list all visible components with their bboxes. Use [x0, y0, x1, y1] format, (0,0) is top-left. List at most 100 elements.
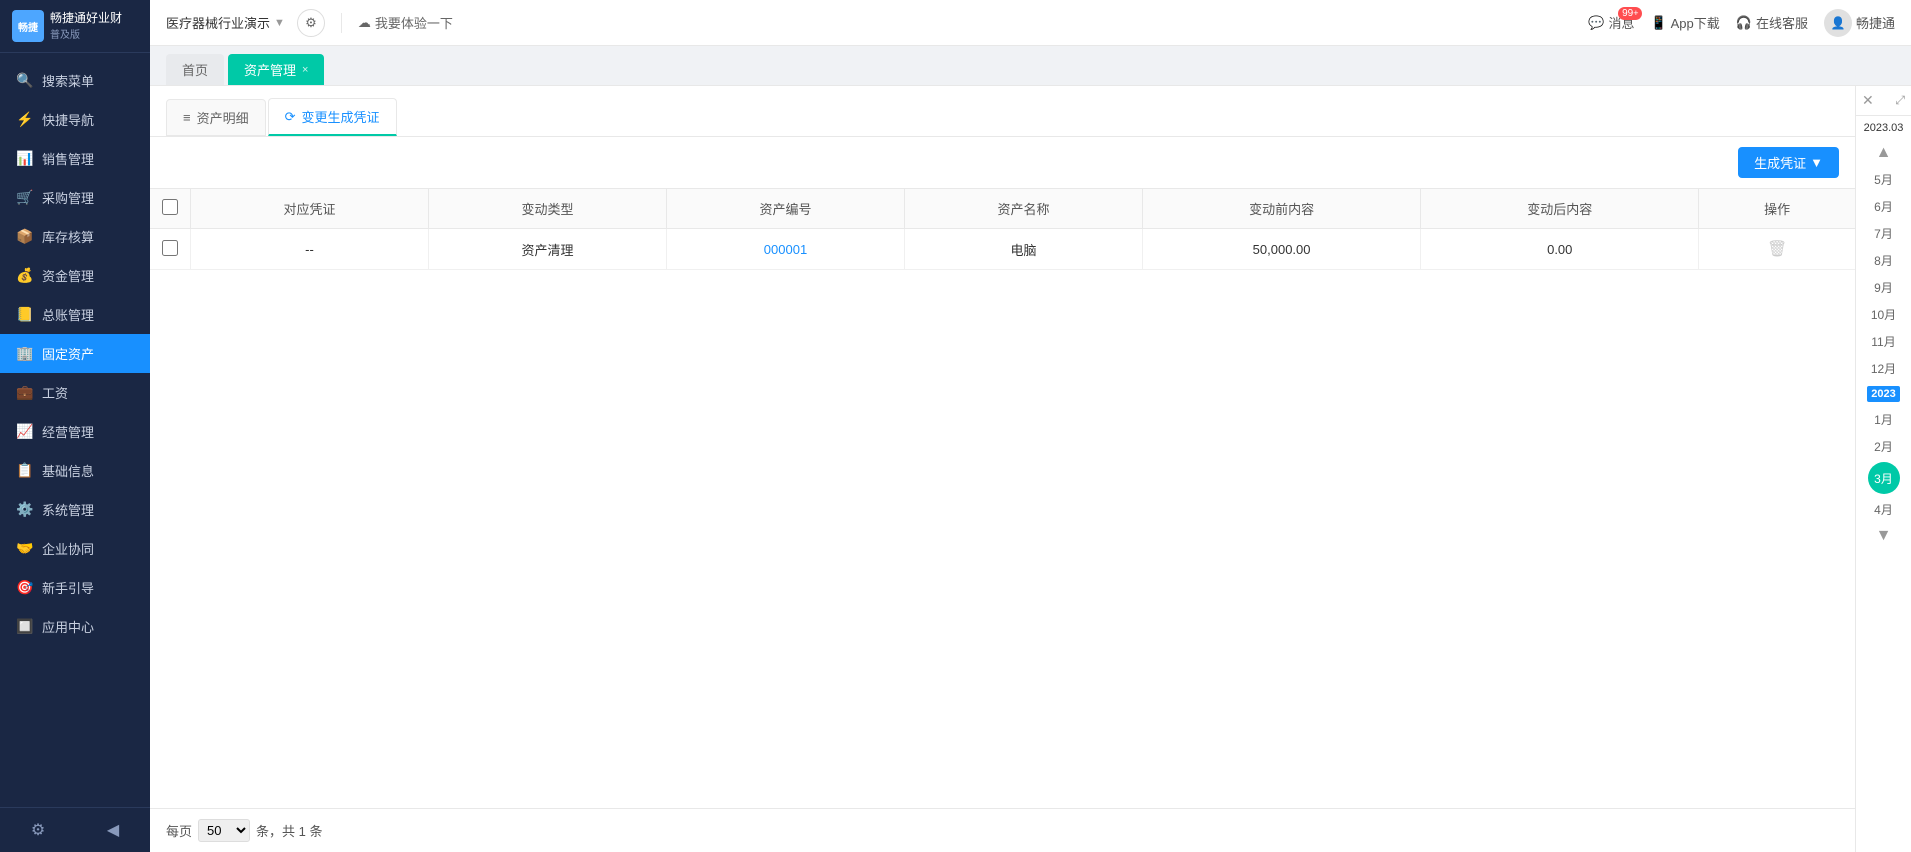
sales-icon: 📊	[16, 150, 34, 168]
sidebar-logo: 畅捷 畅捷通好业财 普及版	[0, 0, 150, 53]
sidebar-item-sales[interactable]: 📊 销售管理	[0, 139, 150, 178]
row-operation-0: 🗑	[1699, 229, 1855, 270]
generate-label: 生成凭证	[1754, 153, 1806, 172]
sidebar-item-label-payroll: 工资	[42, 383, 68, 402]
sidebar-item-system[interactable]: ⚙️ 系统管理	[0, 490, 150, 529]
timeline-month-10[interactable]: 10月	[1856, 301, 1911, 328]
timeline-close-btn[interactable]: ✕	[1860, 92, 1876, 109]
tab-close-icon[interactable]: ×	[302, 64, 308, 76]
ledger-icon: 📒	[16, 306, 34, 324]
app-download-btn[interactable]: 📱 App下载	[1650, 13, 1719, 32]
user-menu-btn[interactable]: 👤 畅捷通	[1824, 9, 1895, 37]
timeline-month-6[interactable]: 6月	[1856, 193, 1911, 220]
tab-home[interactable]: 首页	[166, 54, 224, 85]
topbar-divider	[341, 13, 342, 33]
funds-icon: 💰	[16, 267, 34, 285]
table-scroll-container: 对应凭证 变动类型 资产编号 资产名称 变动前内容 变动后内容 操作	[150, 189, 1855, 808]
sidebar-item-operations[interactable]: 📈 经营管理	[0, 412, 150, 451]
customer-service-btn[interactable]: 🎧 在线客服	[1736, 13, 1808, 32]
refresh-icon: ⟳	[285, 109, 296, 125]
app-download-label: App下载	[1671, 13, 1720, 32]
company-selector[interactable]: 医疗器械行业演示 ▼	[166, 13, 285, 32]
table-row: -- 资产清理 000001 电脑 50,000.00 0.00 🗑	[150, 229, 1855, 270]
settings-footer-icon[interactable]: ⚙	[23, 816, 53, 844]
col-header-asset-name: 资产名称	[905, 189, 1143, 229]
sidebar-nav: 🔍 搜索菜单 ⚡ 快捷导航 📊 销售管理 🛒 采购管理 📦 库存核算 💰 资金管…	[0, 53, 150, 807]
sidebar-item-appcenter[interactable]: 🔲 应用中心	[0, 607, 150, 646]
timeline-month-12[interactable]: 12月	[1856, 355, 1911, 382]
sidebar: 畅捷 畅捷通好业财 普及版 🔍 搜索菜单 ⚡ 快捷导航 📊 销售管理 🛒 采购管…	[0, 0, 150, 852]
timeline-month-7[interactable]: 7月	[1856, 220, 1911, 247]
row-checkbox-0[interactable]	[162, 240, 178, 256]
timeline-month-11[interactable]: 11月	[1856, 328, 1911, 355]
cloud-icon: ☁	[358, 15, 371, 31]
tab-change-voucher[interactable]: ⟳ 变更生成凭证	[268, 98, 397, 136]
appcenter-icon: 🔲	[16, 618, 34, 636]
sidebar-item-payroll[interactable]: 💼 工资	[0, 373, 150, 412]
operations-icon: 📈	[16, 423, 34, 441]
timeline-header: ✕ ⤢	[1856, 86, 1911, 116]
company-name: 医疗器械行业演示	[166, 13, 270, 32]
system-icon: ⚙️	[16, 501, 34, 519]
sidebar-item-ledger[interactable]: 📒 总账管理	[0, 295, 150, 334]
row-before-change-0: 50,000.00	[1143, 229, 1421, 270]
tab-asset-label: 资产管理	[244, 60, 296, 79]
sidebar-item-fixedasset[interactable]: 🏢 固定资产	[0, 334, 150, 373]
timeline-month-2[interactable]: 2月	[1856, 433, 1911, 460]
sidebar-item-collab[interactable]: 🤝 企业协同	[0, 529, 150, 568]
timeline-month-3-active[interactable]: 3月	[1868, 462, 1900, 494]
guide-icon: 🎯	[16, 579, 34, 597]
sidebar-item-basic[interactable]: 📋 基础信息	[0, 451, 150, 490]
experience-btn[interactable]: ☁ 我要体验一下	[358, 13, 453, 32]
fixedasset-icon: 🏢	[16, 345, 34, 363]
logo-text-group: 畅捷通好业财 普及版	[50, 11, 122, 42]
timeline-expand-btn[interactable]: ⤢	[1893, 93, 1907, 108]
total-text: 条，共 1 条	[256, 821, 322, 840]
logo-icon: 畅捷	[12, 10, 44, 42]
delete-icon-0[interactable]: 🗑	[1767, 241, 1787, 258]
pagination: 每页 10 20 50 100 条，共 1 条	[150, 808, 1855, 852]
main-content: ≡ 资产明细 ⟳ 变更生成凭证 生成凭证 ▼	[150, 86, 1855, 852]
select-all-checkbox[interactable]	[162, 199, 178, 215]
generate-voucher-btn[interactable]: 生成凭证 ▼	[1738, 147, 1839, 178]
table-toolbar: 生成凭证 ▼	[150, 137, 1855, 189]
row-change-type-0: 资产清理	[429, 229, 667, 270]
purchase-icon: 🛒	[16, 189, 34, 207]
avatar: 👤	[1824, 9, 1852, 37]
inner-tabs: ≡ 资产明细 ⟳ 变更生成凭证	[150, 86, 1855, 137]
table-icon: ≡	[183, 110, 191, 125]
timeline-month-9[interactable]: 9月	[1856, 274, 1911, 301]
topbar-settings-btn[interactable]: ⚙	[297, 9, 325, 37]
timeline-month-8[interactable]: 8月	[1856, 247, 1911, 274]
sidebar-item-purchase[interactable]: 🛒 采购管理	[0, 178, 150, 217]
company-arrow-icon: ▼	[274, 17, 285, 29]
message-icon: 💬	[1588, 15, 1604, 31]
sidebar-item-inventory[interactable]: 📦 库存核算	[0, 217, 150, 256]
col-header-voucher: 对应凭证	[191, 189, 429, 229]
sidebar-item-label-appcenter: 应用中心	[42, 617, 94, 636]
generate-arrow-icon: ▼	[1810, 155, 1823, 170]
tab-asset-management[interactable]: 资产管理 ×	[228, 54, 324, 85]
timeline-month-4[interactable]: 4月	[1856, 496, 1911, 523]
payroll-icon: 💼	[16, 384, 34, 402]
customer-service-label: 在线客服	[1756, 13, 1808, 32]
sidebar-item-search[interactable]: 🔍 搜索菜单	[0, 61, 150, 100]
notifications-btn[interactable]: 💬 消息 99+	[1588, 13, 1634, 32]
sidebar-item-label-inventory: 库存核算	[42, 227, 94, 246]
sidebar-item-quicknav[interactable]: ⚡ 快捷导航	[0, 100, 150, 139]
main-area: 医疗器械行业演示 ▼ ⚙ ☁ 我要体验一下 💬 消息 99+ 📱 App下载 🎧…	[150, 0, 1911, 852]
badge-plus: +	[1633, 8, 1638, 18]
sidebar-item-guide[interactable]: 🎯 新手引导	[0, 568, 150, 607]
tab-asset-detail[interactable]: ≡ 资产明细	[166, 99, 266, 136]
per-page-select[interactable]: 10 20 50 100	[198, 819, 250, 842]
timeline-month-5[interactable]: 5月	[1856, 166, 1911, 193]
timeline-down-btn[interactable]: ▼	[1856, 523, 1911, 549]
quicknav-icon: ⚡	[16, 111, 34, 129]
topbar: 医疗器械行业演示 ▼ ⚙ ☁ 我要体验一下 💬 消息 99+ 📱 App下载 🎧…	[150, 0, 1911, 46]
mobile-icon: 📱	[1650, 15, 1666, 31]
sidebar-item-label-system: 系统管理	[42, 500, 94, 519]
timeline-month-1[interactable]: 1月	[1856, 406, 1911, 433]
timeline-up-btn[interactable]: ▲	[1856, 140, 1911, 166]
sidebar-item-funds[interactable]: 💰 资金管理	[0, 256, 150, 295]
collapse-footer-icon[interactable]: ◀	[99, 816, 127, 844]
